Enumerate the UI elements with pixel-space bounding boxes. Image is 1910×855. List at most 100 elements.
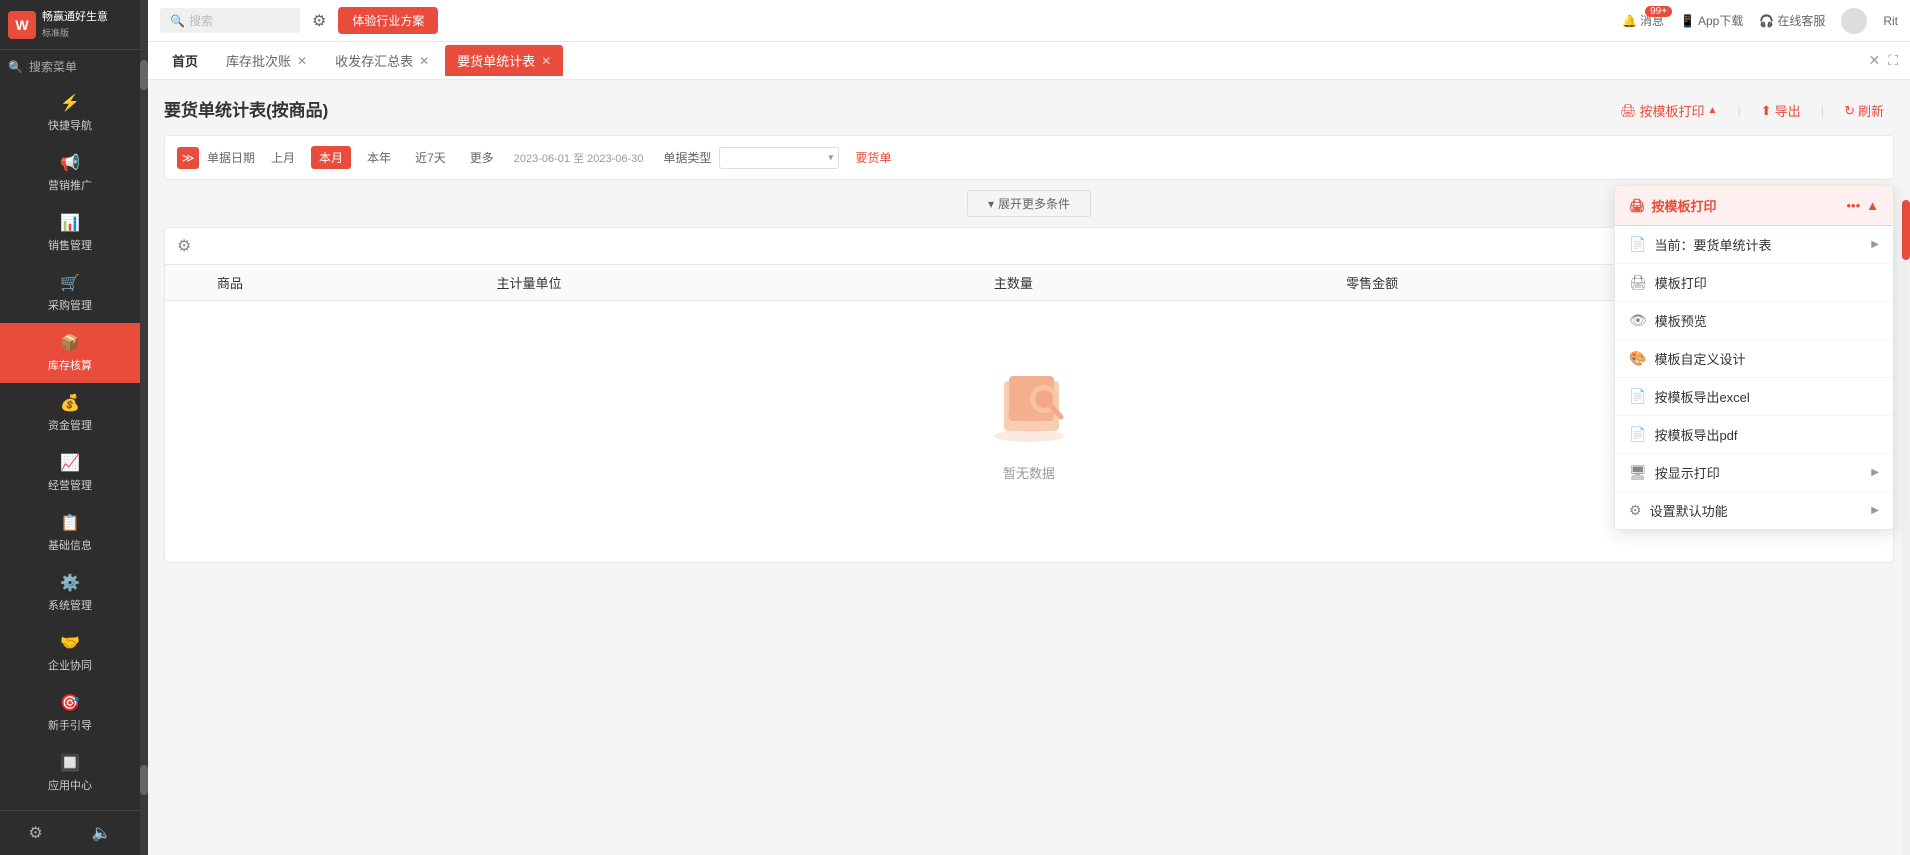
- topbar-settings-icon[interactable]: ⚙: [312, 11, 326, 31]
- settings-bottom-icon[interactable]: ⚙: [24, 819, 46, 847]
- tab-close-window-icon[interactable]: ✕: [1868, 52, 1880, 69]
- sidebar-search[interactable]: 🔍 搜索菜单: [0, 50, 140, 83]
- top-action-row: 🖨 按模板打印 ▲ | ⬆ 导出 | ↻ 刷新: [1610, 96, 1894, 125]
- expand-more-btn[interactable]: ▾ 展开更多条件: [967, 190, 1091, 217]
- dropdown-current-template[interactable]: 📄 当前：要货单统计表 ▶: [1615, 226, 1893, 264]
- tab-receipt-summary[interactable]: 收发存汇总表 ✕: [323, 45, 441, 76]
- tab-order-stats[interactable]: 要货单统计表 ✕: [445, 45, 563, 76]
- table-settings-icon[interactable]: ⚙: [177, 236, 191, 256]
- tabs-right-controls: ✕ ⛶: [1868, 52, 1898, 69]
- set-default-chevron: ▶: [1871, 505, 1879, 516]
- dropdown-template-preview[interactable]: 👁 模板预览: [1615, 302, 1893, 340]
- sidebar-item-label: 采购管理: [48, 297, 92, 313]
- sidebar-item-system[interactable]: ⚙️ 系统管理: [0, 563, 140, 623]
- sidebar-logo: W 畅赢通好生意 标准版: [0, 0, 140, 50]
- filter-date-last-month[interactable]: 上月: [263, 146, 303, 169]
- filter-expand-icon-btn[interactable]: ≫: [177, 147, 199, 169]
- tab-home[interactable]: 首页: [160, 45, 210, 76]
- filter-date-more[interactable]: 更多: [462, 146, 502, 169]
- sidebar-item-guide[interactable]: 🎯 新手引导: [0, 683, 140, 743]
- apps-icon: 🔲: [60, 753, 80, 773]
- set-default-label: 设置默认功能: [1650, 501, 1728, 520]
- dropdown-set-default[interactable]: ⚙ 设置默认功能 ▶: [1615, 492, 1893, 529]
- main-area: 🔍 搜索 ⚙ 体验行业方案 🔔 消息 99+ 📱 App下载 🎧 在线客服 Ri…: [148, 0, 1910, 855]
- sidebar-item-quicknav[interactable]: ⚡ 快捷导航: [0, 83, 140, 143]
- sidebar-item-apps[interactable]: 🔲 应用中心: [0, 743, 140, 803]
- sidebar-item-inventory[interactable]: 📦 库存核算: [0, 323, 140, 383]
- dropdown-header: 🖨 按模板打印 ••• ▲: [1615, 186, 1893, 226]
- sidebar-item-label: 新手引导: [48, 717, 92, 733]
- col-unit: 主计量单位: [484, 265, 981, 301]
- dropdown-template-design[interactable]: 🎨 模板自定义设计: [1615, 340, 1893, 378]
- topbar-search-box[interactable]: 🔍 搜索: [160, 8, 300, 33]
- dropdown-export-pdf-icon: 📄: [1629, 426, 1646, 443]
- speaker-bottom-icon[interactable]: 🔈: [88, 819, 116, 847]
- sidebar-item-operation[interactable]: 📈 经营管理: [0, 443, 140, 503]
- tab-expand-icon[interactable]: ⛶: [1888, 52, 1898, 69]
- inventory-icon: 📦: [60, 333, 80, 353]
- dropdown-export-excel-label: 按模板导出excel: [1654, 387, 1749, 406]
- refresh-icon: ↻: [1844, 103, 1855, 119]
- tab-batch-account[interactable]: 库存批次账 ✕: [214, 45, 319, 76]
- dropdown-section-left: 📄 当前：要货单统计表: [1629, 235, 1771, 254]
- dropdown-header-right: ••• ▲: [1846, 198, 1879, 213]
- trial-button[interactable]: 体验行业方案: [338, 7, 438, 34]
- filter-type-select-wrap[interactable]: [719, 147, 839, 169]
- dropdown-export-excel-icon: 📄: [1629, 388, 1646, 405]
- app-version: 标准版: [42, 26, 108, 39]
- tab-order-stats-close-icon[interactable]: ✕: [541, 54, 551, 68]
- notifications-item[interactable]: 🔔 消息 99+: [1622, 12, 1664, 29]
- tab-order-stats-label: 要货单统计表: [457, 51, 535, 70]
- export-button[interactable]: ⬆ 导出: [1751, 96, 1811, 125]
- sidebar-item-basic[interactable]: 📋 基础信息: [0, 503, 140, 563]
- sidebar-bottom: ⚙ 🔈: [0, 810, 140, 855]
- right-scrollbar[interactable]: [1902, 200, 1910, 855]
- filter-bar: ≫ 单据日期 上月 本月 本年 近7天 更多 2023-06-01 至 2023…: [164, 135, 1894, 180]
- headset-icon: 🎧: [1759, 14, 1774, 28]
- online-service-item[interactable]: 🎧 在线客服: [1759, 12, 1825, 29]
- sidebar-nav: ⚡ 快捷导航 📢 营销推广 📊 销售管理 🛒 采购管理 📦 库存核算 💰 资金管…: [0, 83, 140, 810]
- dropdown-collapse-icon[interactable]: ▲: [1866, 198, 1879, 213]
- sidebar-item-wechat[interactable]: 💬 企业微信: [0, 803, 140, 810]
- dropdown-export-excel[interactable]: 📄 按模板导出excel: [1615, 378, 1893, 416]
- refresh-button[interactable]: ↻ 刷新: [1834, 96, 1894, 125]
- marketing-icon: 📢: [60, 153, 80, 173]
- sidebar-item-label: 企业协同: [48, 657, 92, 673]
- sidebar-item-finance[interactable]: 💰 资金管理: [0, 383, 140, 443]
- filter-date-this-month[interactable]: 本月: [311, 146, 351, 169]
- dropdown-export-pdf[interactable]: 📄 按模板导出pdf: [1615, 416, 1893, 454]
- dropdown-more-icon[interactable]: •••: [1846, 198, 1860, 213]
- dropdown-display-print[interactable]: 🖥 按显示打印 ▶: [1615, 454, 1893, 492]
- app-logo-text: 畅赢通好生意 标准版: [42, 10, 108, 38]
- user-avatar[interactable]: [1841, 8, 1867, 34]
- finance-icon: 💰: [60, 393, 80, 413]
- sidebar-scrollbar[interactable]: [140, 0, 148, 855]
- sidebar-item-collab[interactable]: 🤝 企业协同: [0, 623, 140, 683]
- export-icon: ⬆: [1761, 103, 1772, 119]
- tab-receipt-summary-close-icon[interactable]: ✕: [419, 54, 429, 68]
- col-select: [165, 265, 205, 301]
- sales-icon: 📊: [60, 213, 80, 233]
- app-download-item[interactable]: 📱 App下载: [1680, 12, 1743, 29]
- dropdown-set-default-left: ⚙ 设置默认功能: [1629, 501, 1728, 520]
- print-label: 按模板打印: [1639, 101, 1704, 120]
- sidebar-item-purchase[interactable]: 🛒 采购管理: [0, 263, 140, 323]
- filter-type-select[interactable]: [719, 147, 839, 169]
- quicknav-icon: ⚡: [60, 93, 80, 113]
- sidebar-scrollbar-thumb-bottom: [140, 765, 148, 795]
- sidebar-item-marketing[interactable]: 📢 营销推广: [0, 143, 140, 203]
- print-button[interactable]: 🖨 按模板打印 ▲: [1610, 96, 1727, 125]
- print-icon: 🖨: [1620, 103, 1637, 119]
- tab-batch-account-close-icon[interactable]: ✕: [297, 54, 307, 68]
- system-icon: ⚙️: [60, 573, 80, 593]
- sidebar-item-sales[interactable]: 📊 销售管理: [0, 203, 140, 263]
- display-print-chevron: ▶: [1871, 467, 1879, 478]
- filter-date-7days[interactable]: 近7天: [407, 146, 454, 169]
- dropdown-header-left: 🖨 按模板打印: [1629, 196, 1717, 215]
- display-print-icon: 🖥: [1629, 464, 1647, 481]
- dropdown-template-print[interactable]: 🖨 模板打印: [1615, 264, 1893, 302]
- topbar-search-icon: 🔍: [170, 14, 185, 28]
- current-template-chevron: ▶: [1871, 239, 1879, 250]
- filter-date-this-year[interactable]: 本年: [359, 146, 399, 169]
- dropdown-template-print-label: 模板打印: [1655, 273, 1707, 292]
